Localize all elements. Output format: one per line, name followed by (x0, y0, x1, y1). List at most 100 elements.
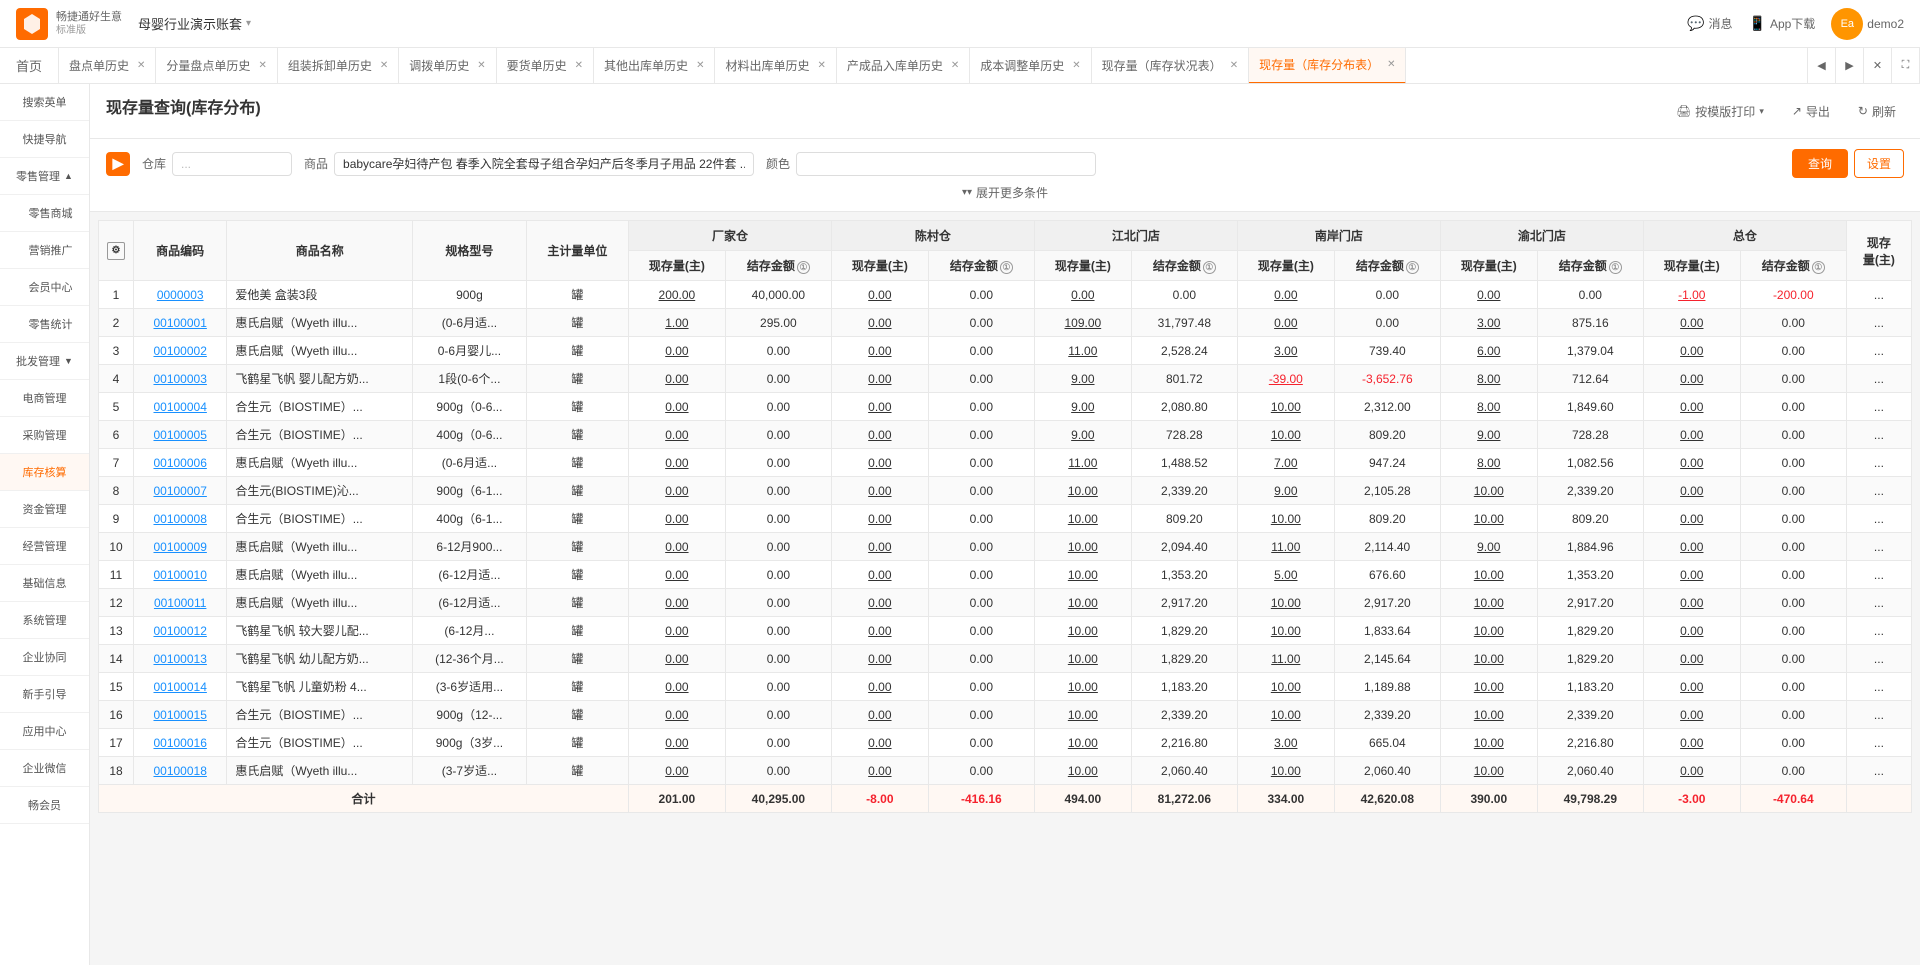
jb-amt-info[interactable]: ① (1203, 261, 1216, 274)
tab-close-7[interactable]: ✕ (817, 60, 825, 71)
cell-yb-qty[interactable]: 10.00 (1440, 505, 1537, 533)
settings-button[interactable]: 设置 (1854, 149, 1904, 178)
cell-cc-qty[interactable]: 0.00 (831, 561, 928, 589)
cell-total-qty[interactable]: 0.00 (1643, 477, 1740, 505)
cell-na-qty[interactable]: 10.00 (1237, 617, 1334, 645)
settings-icon[interactable]: ⚙ (107, 242, 125, 260)
th-settings[interactable]: ⚙ (99, 221, 134, 281)
message-btn[interactable]: 💬 消息 (1687, 15, 1732, 32)
cell-fc-qty[interactable]: 1.00 (628, 309, 725, 337)
cell-na-qty[interactable]: 10.00 (1237, 421, 1334, 449)
query-button[interactable]: 查询 (1792, 149, 1848, 178)
cell-cc-qty[interactable]: 0.00 (831, 645, 928, 673)
cell-fc-qty[interactable]: 0.00 (628, 449, 725, 477)
cell-jb-qty[interactable]: 10.00 (1034, 673, 1131, 701)
cell-yb-qty[interactable]: 10.00 (1440, 701, 1537, 729)
sidebar-item-inventory[interactable]: 库存核算 (0, 454, 89, 491)
cell-cc-qty[interactable]: 0.00 (831, 617, 928, 645)
cell-total-qty[interactable]: 0.00 (1643, 309, 1740, 337)
cell-fc-qty[interactable]: 200.00 (628, 281, 725, 309)
cell-yb-qty[interactable]: 0.00 (1440, 281, 1537, 309)
cell-jb-qty[interactable]: 10.00 (1034, 561, 1131, 589)
cell-na-qty[interactable]: 0.00 (1237, 281, 1334, 309)
cell-fc-qty[interactable]: 0.00 (628, 337, 725, 365)
cell-total-qty[interactable]: -1.00 (1643, 281, 1740, 309)
sidebar-item-operations[interactable]: 经营管理 (0, 528, 89, 565)
tab-nav-next[interactable]: ▶ (1836, 48, 1864, 84)
tab-item-10[interactable]: 现存量（库存状况表） ✕ (1092, 48, 1249, 84)
tab-close-10[interactable]: ✕ (1230, 60, 1238, 71)
tab-item-7[interactable]: 材料出库单历史 ✕ (715, 48, 836, 84)
cell-jb-qty[interactable]: 10.00 (1034, 617, 1131, 645)
na-amt-info[interactable]: ① (1406, 261, 1419, 274)
tab-item-2[interactable]: 分量盘点单历史 ✕ (156, 48, 277, 84)
sidebar-item-guide[interactable]: 新手引导 (0, 676, 89, 713)
cell-na-qty[interactable]: 10.00 (1237, 505, 1334, 533)
tab-home[interactable]: 首页 (0, 48, 59, 84)
cell-yb-qty[interactable]: 10.00 (1440, 589, 1537, 617)
cell-jb-qty[interactable]: 0.00 (1034, 281, 1131, 309)
cell-yb-qty[interactable]: 10.00 (1440, 729, 1537, 757)
tab-item-5[interactable]: 要货单历史 ✕ (497, 48, 594, 84)
cell-fc-qty[interactable]: 0.00 (628, 729, 725, 757)
tab-close-6[interactable]: ✕ (696, 60, 704, 71)
app-download-btn[interactable]: 📱 App下载 (1749, 15, 1816, 32)
cell-jb-qty[interactable]: 10.00 (1034, 701, 1131, 729)
cell-total-qty[interactable]: 0.00 (1643, 561, 1740, 589)
cell-total-qty[interactable]: 0.00 (1643, 393, 1740, 421)
cell-fc-qty[interactable]: 0.00 (628, 533, 725, 561)
cell-na-qty[interactable]: 10.00 (1237, 757, 1334, 785)
cell-na-qty[interactable]: 7.00 (1237, 449, 1334, 477)
cell-cc-qty[interactable]: 0.00 (831, 449, 928, 477)
cell-yb-qty[interactable]: 8.00 (1440, 393, 1537, 421)
cell-cc-qty[interactable]: 0.00 (831, 589, 928, 617)
cell-fc-qty[interactable]: 0.00 (628, 561, 725, 589)
user-area[interactable]: Ea demo2 (1831, 8, 1904, 40)
tab-item-9[interactable]: 成本调整单历史 ✕ (970, 48, 1091, 84)
cell-cc-qty[interactable]: 0.00 (831, 421, 928, 449)
cell-total-qty[interactable]: 0.00 (1643, 365, 1740, 393)
cell-na-qty[interactable]: 3.00 (1237, 337, 1334, 365)
table-container[interactable]: ⚙ 商品编码 商品名称 规格型号 主计量单位 厂家仓 陈村仓 江北门店 南岸门店… (90, 212, 1920, 965)
cell-yb-qty[interactable]: 8.00 (1440, 449, 1537, 477)
cell-total-qty[interactable]: 0.00 (1643, 701, 1740, 729)
sidebar-item-members[interactable]: 会员中心 (0, 269, 89, 306)
cell-cc-qty[interactable]: 0.00 (831, 673, 928, 701)
cell-jb-qty[interactable]: 10.00 (1034, 477, 1131, 505)
cell-total-qty[interactable]: 0.00 (1643, 505, 1740, 533)
tab-item-11[interactable]: 现存量（库存分布表） ✕ (1249, 48, 1406, 84)
cell-total-qty[interactable]: 0.00 (1643, 729, 1740, 757)
cell-fc-qty[interactable]: 0.00 (628, 589, 725, 617)
tab-item-4[interactable]: 调拨单历史 ✕ (399, 48, 496, 84)
cell-na-qty[interactable]: 0.00 (1237, 309, 1334, 337)
sidebar-item-ecommerce[interactable]: 电商管理 (0, 380, 89, 417)
cell-jb-qty[interactable]: 10.00 (1034, 589, 1131, 617)
warehouse-input[interactable] (172, 152, 292, 176)
expand-conditions-btn[interactable]: ▾▾ 展开更多条件 (106, 184, 1904, 201)
tab-item-1[interactable]: 盘点单历史 ✕ (59, 48, 156, 84)
cell-na-qty[interactable]: 10.00 (1237, 701, 1334, 729)
cell-total-qty[interactable]: 0.00 (1643, 617, 1740, 645)
cell-fc-qty[interactable]: 0.00 (628, 757, 725, 785)
cell-jb-qty[interactable]: 10.00 (1034, 533, 1131, 561)
cell-jb-qty[interactable]: 9.00 (1034, 421, 1131, 449)
filter-expand-btn[interactable]: ▶ (106, 152, 130, 176)
sidebar-item-search[interactable]: 搜索英单 (0, 84, 89, 121)
product-input[interactable] (334, 152, 754, 176)
tab-close-11[interactable]: ✕ (1387, 59, 1395, 70)
tab-nav-prev[interactable]: ◀ (1808, 48, 1836, 84)
cell-jb-qty[interactable]: 10.00 (1034, 645, 1131, 673)
tab-nav-expand[interactable]: ⛶ (1892, 48, 1920, 84)
cell-na-qty[interactable]: 11.00 (1237, 533, 1334, 561)
cell-na-qty[interactable]: 10.00 (1237, 393, 1334, 421)
cell-jb-qty[interactable]: 11.00 (1034, 337, 1131, 365)
cell-na-qty[interactable]: 9.00 (1237, 477, 1334, 505)
cell-cc-qty[interactable]: 0.00 (831, 281, 928, 309)
sidebar-item-purchase[interactable]: 采购管理 (0, 417, 89, 454)
cell-total-qty[interactable]: 0.00 (1643, 645, 1740, 673)
cell-cc-qty[interactable]: 0.00 (831, 701, 928, 729)
cell-yb-qty[interactable]: 9.00 (1440, 421, 1537, 449)
cell-fc-qty[interactable]: 0.00 (628, 505, 725, 533)
cell-yb-qty[interactable]: 10.00 (1440, 561, 1537, 589)
sidebar-item-wholesale[interactable]: 批发管理 ▼ (0, 343, 89, 380)
